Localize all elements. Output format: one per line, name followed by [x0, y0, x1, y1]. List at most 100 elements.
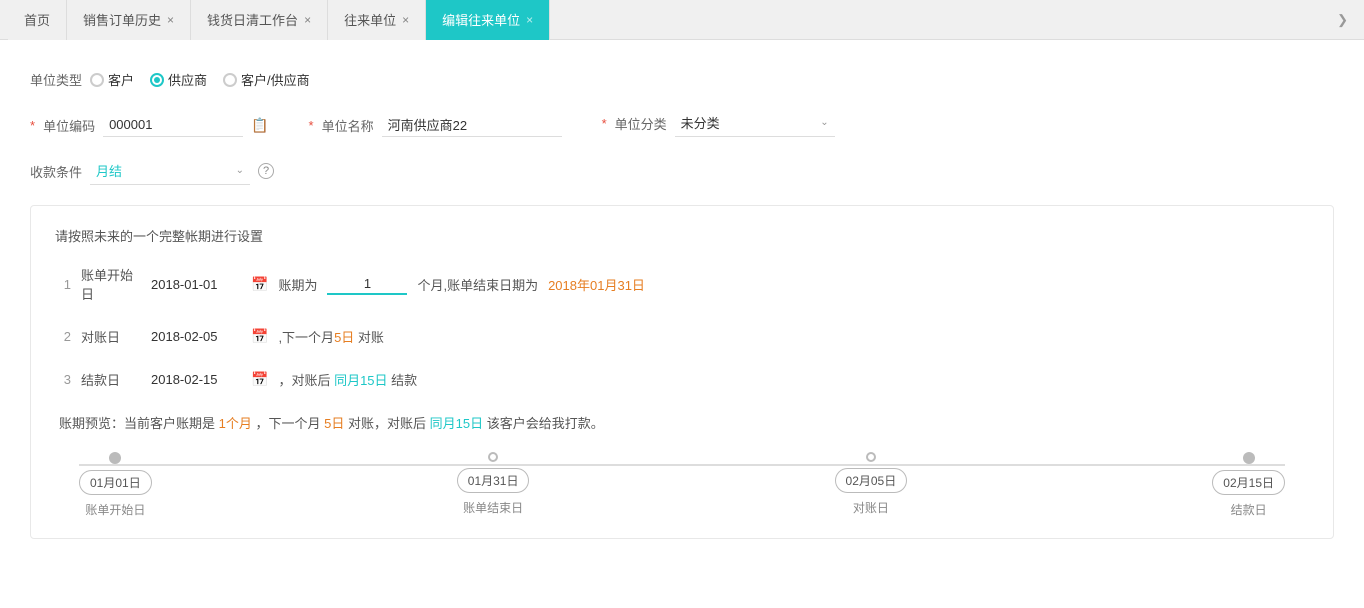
payment-terms-chevron-icon: ⌄ [236, 165, 244, 176]
timeline-badge-1: 01月01日 [79, 470, 152, 495]
timeline-dot-end [1243, 452, 1255, 464]
tab-sales-history-label: 销售订单历史 [83, 10, 161, 29]
tab-cash-work-label: 钱货日清工作台 [207, 10, 298, 29]
preview-middle2: 对账，对账后 [348, 416, 426, 431]
unit-code-group: * 单位编码 📋 [30, 113, 269, 137]
unit-type-row: 单位类型 客户 供应商 客户/供应商 [30, 70, 1334, 89]
payment-terms-dropdown[interactable]: 月结 ⌄ [90, 157, 250, 185]
row-1-num: 1 [55, 277, 71, 292]
timeline-point-end: 01月31日 账单结束日 [457, 452, 530, 516]
chevron-down-icon: ⌄ [820, 117, 828, 128]
tab-edit-partner-close[interactable]: × [526, 13, 533, 27]
row-1-date: 2018-01-01 [151, 277, 241, 292]
section-title: 请按照未来的一个完整帐期进行设置 [55, 226, 1309, 245]
tab-sales-history-close[interactable]: × [167, 13, 174, 27]
radio-circle-supplier [150, 73, 164, 87]
tab-cash-work-close[interactable]: × [304, 13, 311, 27]
timeline-badge-4: 02月15日 [1212, 470, 1285, 495]
row-3-num: 3 [55, 372, 71, 387]
row-bill-start: 1 账单开始日 2018-01-01 📅 账期为 个月,账单结束日期为 2018… [55, 265, 1309, 303]
preview-text: 账期预览：当前客户账期是 1个月 ，下一个月 5日 对账，对账后 同月15日 该… [59, 413, 1305, 432]
timeline-point-reconcile: 02月05日 对账日 [835, 452, 908, 516]
preview-section: 账期预览：当前客户账期是 1个月 ，下一个月 5日 对账，对账后 同月15日 该… [55, 413, 1309, 518]
payment-terms-value: 月结 [96, 161, 122, 180]
preview-part2: 5日 [324, 416, 344, 431]
unit-code-label: 单位编码 [43, 116, 95, 135]
row-2-label: 对账日 [81, 327, 141, 346]
tab-home[interactable]: 首页 [8, 0, 67, 40]
row-3-suffix: ，对账后 同月15日 结款 [278, 370, 417, 389]
content-area: 单位类型 客户 供应商 客户/供应商 * 单位编码 📋 [0, 40, 1364, 608]
radio-customer[interactable]: 客户 [90, 70, 134, 89]
timeline-point-payment: 02月15日 结款日 [1212, 452, 1285, 518]
tab-partner-close[interactable]: × [402, 13, 409, 27]
period-input[interactable] [327, 274, 407, 295]
radio-both[interactable]: 客户/供应商 [223, 70, 310, 89]
unit-name-label: 单位名称 [322, 116, 374, 135]
unit-category-group: * 单位分类 未分类 ⌄ [602, 109, 835, 137]
timeline-badge-3: 02月05日 [835, 468, 908, 493]
tab-partner-label: 往来单位 [344, 10, 396, 29]
row-payment: 3 结款日 2018-02-15 📅 ，对账后 同月15日 结款 [55, 370, 1309, 389]
radio-circle-customer [90, 73, 104, 87]
timeline-dot-start [109, 452, 121, 464]
radio-customer-label: 客户 [108, 70, 134, 89]
radio-supplier-label: 供应商 [168, 70, 207, 89]
timeline-label-1: 账单开始日 [85, 501, 145, 518]
timeline-label-4: 结款日 [1231, 501, 1267, 518]
radio-circle-both [223, 73, 237, 87]
unit-fields-row: * 单位编码 📋 * 单位名称 * 单位分类 未分类 ⌄ [30, 109, 1334, 137]
row-2-calendar-icon[interactable]: 📅 [251, 328, 268, 345]
unit-name-required: * [309, 118, 314, 133]
timeline-points: 01月01日 账单开始日 01月31日 账单结束日 02月05日 对账日 [79, 452, 1285, 518]
unit-name-input[interactable] [382, 113, 562, 137]
preview-prefix: 账期预览：当前客户账期是 [59, 416, 215, 431]
timeline-dot-3 [866, 452, 876, 462]
row-3-calendar-icon[interactable]: 📅 [251, 371, 268, 388]
row-1-suffix-label: 账期为 [278, 275, 317, 294]
tab-edit-partner-label: 编辑往来单位 [442, 10, 520, 29]
row-1-end-date: 2018年01月31日 [548, 275, 645, 294]
unit-category-required: * [602, 116, 607, 131]
settings-section: 请按照未来的一个完整帐期进行设置 1 账单开始日 2018-01-01 📅 账期… [30, 205, 1334, 539]
tab-cash-work[interactable]: 钱货日清工作台 × [191, 0, 328, 40]
timeline: 01月01日 账单开始日 01月31日 账单结束日 02月05日 对账日 [59, 452, 1305, 518]
row-3-label: 结款日 [81, 370, 141, 389]
row-3-date: 2018-02-15 [151, 372, 241, 387]
timeline-label-2: 账单结束日 [463, 499, 523, 516]
row-1-period-unit: 个月,账单结束日期为 [417, 275, 538, 294]
help-icon[interactable]: ? [258, 163, 274, 179]
row-1-label: 账单开始日 [81, 265, 141, 303]
preview-part1: 1个月 [219, 416, 252, 431]
tab-home-label: 首页 [24, 10, 50, 29]
tabs-bar: 首页 销售订单历史 × 钱货日清工作台 × 往来单位 × 编辑往来单位 × ❯ [0, 0, 1364, 40]
tab-edit-partner[interactable]: 编辑往来单位 × [426, 0, 550, 40]
timeline-dot-2 [488, 452, 498, 462]
tabs-arrow[interactable]: ❯ [1329, 12, 1356, 28]
arrow-right-icon: ❯ [1337, 12, 1348, 28]
preview-middle1: ，下一个月 [256, 416, 321, 431]
unit-name-group: * 单位名称 [309, 113, 562, 137]
unit-code-required: * [30, 118, 35, 133]
tab-sales-history[interactable]: 销售订单历史 × [67, 0, 191, 40]
unit-category-label: 单位分类 [615, 114, 667, 133]
payment-terms-label: 收款条件 [30, 162, 82, 181]
radio-dot-supplier [154, 77, 160, 83]
preview-part3: 同月15日 [430, 416, 483, 431]
copy-icon[interactable]: 📋 [251, 117, 268, 134]
unit-type-label: 单位类型 [30, 70, 82, 89]
radio-group-unit-type: 客户 供应商 客户/供应商 [90, 70, 310, 89]
unit-category-value: 未分类 [681, 113, 720, 132]
timeline-label-3: 对账日 [853, 499, 889, 516]
radio-supplier[interactable]: 供应商 [150, 70, 207, 89]
row-1-calendar-icon[interactable]: 📅 [251, 276, 268, 293]
row-2-num: 2 [55, 329, 71, 344]
tab-partner[interactable]: 往来单位 × [328, 0, 426, 40]
row-2-suffix: ,下一个月5日 对账 [278, 327, 383, 346]
unit-category-dropdown[interactable]: 未分类 ⌄ [675, 109, 835, 137]
row-reconcile: 2 对账日 2018-02-05 📅 ,下一个月5日 对账 [55, 327, 1309, 346]
radio-both-label: 客户/供应商 [241, 70, 310, 89]
unit-code-input[interactable] [103, 113, 243, 137]
payment-terms-row: 收款条件 月结 ⌄ ? [30, 157, 1334, 185]
timeline-point-start: 01月01日 账单开始日 [79, 452, 152, 518]
